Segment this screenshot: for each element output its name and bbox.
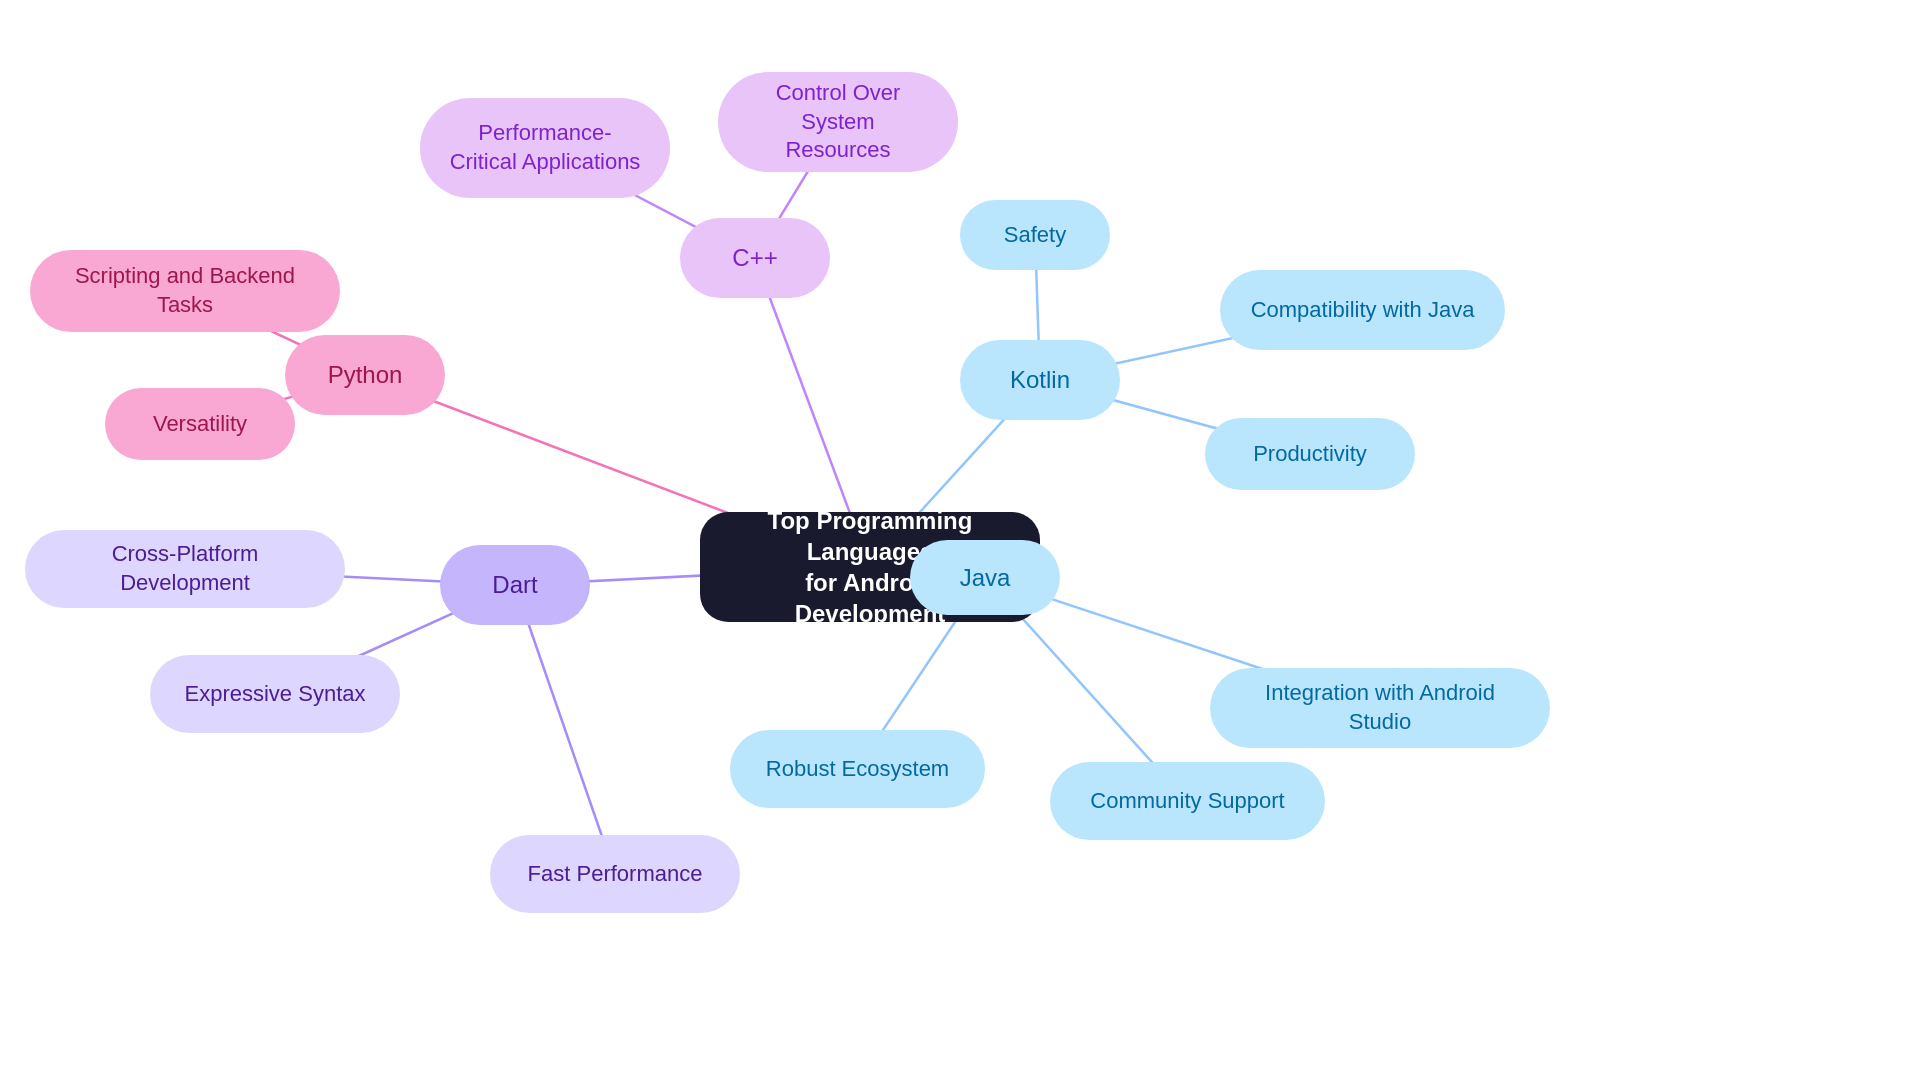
- cross-platform-node: Cross-Platform Development: [25, 530, 345, 608]
- svg-line-14: [515, 585, 615, 874]
- java-label: Java: [960, 562, 1011, 593]
- cross-platform-label: Cross-Platform Development: [53, 540, 317, 597]
- cpp-node: C++: [680, 218, 830, 298]
- perf-critical-label: Performance-Critical Applications: [448, 119, 642, 176]
- fast-performance-label: Fast Performance: [528, 860, 703, 889]
- safety-node: Safety: [960, 200, 1110, 270]
- python-node: Python: [285, 335, 445, 415]
- community-label: Community Support: [1090, 787, 1284, 816]
- perf-critical-node: Performance-Critical Applications: [420, 98, 670, 198]
- python-label: Python: [328, 359, 403, 390]
- control-node: Control Over System Resources: [718, 72, 958, 172]
- versatility-node: Versatility: [105, 388, 295, 460]
- dart-label: Dart: [492, 569, 537, 600]
- kotlin-label: Kotlin: [1010, 364, 1070, 395]
- robust-ecosystem-label: Robust Ecosystem: [766, 755, 949, 784]
- java-node: Java: [910, 540, 1060, 615]
- kotlin-node: Kotlin: [960, 340, 1120, 420]
- compat-java-node: Compatibility with Java: [1220, 270, 1505, 350]
- safety-label: Safety: [1004, 221, 1066, 250]
- robust-ecosystem-node: Robust Ecosystem: [730, 730, 985, 808]
- fast-performance-node: Fast Performance: [490, 835, 740, 913]
- community-node: Community Support: [1050, 762, 1325, 840]
- scripting-label: Scripting and Backend Tasks: [58, 262, 312, 319]
- expressive-syntax-node: Expressive Syntax: [150, 655, 400, 733]
- versatility-label: Versatility: [153, 410, 247, 439]
- expressive-syntax-label: Expressive Syntax: [185, 680, 366, 709]
- compat-java-label: Compatibility with Java: [1251, 296, 1475, 325]
- control-label: Control Over System Resources: [746, 79, 930, 165]
- integration-label: Integration with Android Studio: [1238, 679, 1522, 736]
- integration-node: Integration with Android Studio: [1210, 668, 1550, 748]
- dart-node: Dart: [440, 545, 590, 625]
- productivity-node: Productivity: [1205, 418, 1415, 490]
- cpp-label: C++: [732, 242, 777, 273]
- productivity-label: Productivity: [1253, 440, 1367, 469]
- scripting-node: Scripting and Backend Tasks: [30, 250, 340, 332]
